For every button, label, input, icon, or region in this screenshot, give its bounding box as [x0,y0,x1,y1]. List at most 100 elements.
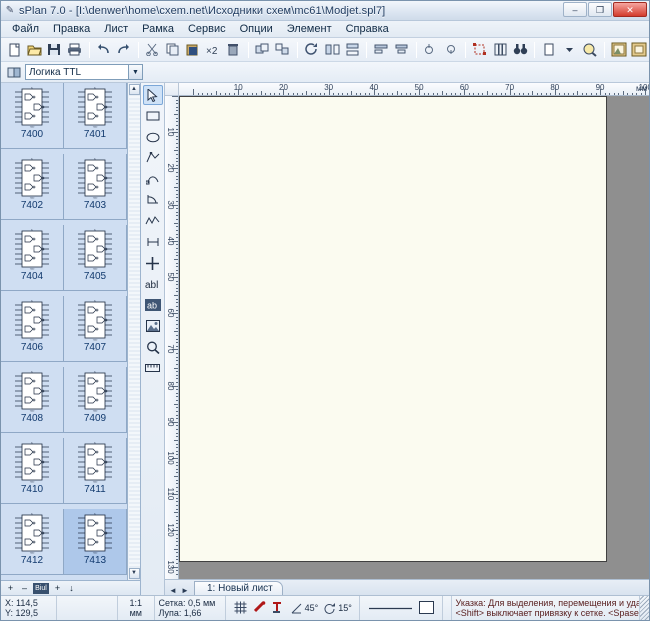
library-item-7403[interactable]: IC 7400 7403 [64,154,127,220]
snap-magnet-icon[interactable] [253,600,266,616]
pointer-tool[interactable] [142,85,163,105]
textbox-tool[interactable]: ab [143,295,163,315]
bezier-tool[interactable] [143,169,163,189]
minimize-button[interactable]: – [563,2,587,17]
library-item-7412[interactable]: IC 7400 7412 [1,509,64,575]
menu-item-element[interactable]: Элемент [280,22,339,36]
library-item-label: 7400 [20,129,44,140]
delete-trash-icon[interactable] [223,40,243,60]
open-folder-icon[interactable] [24,40,44,60]
menu-item-file[interactable]: Файл [5,22,46,36]
mirror-vertical-icon[interactable] [342,40,362,60]
text-tool[interactable]: abl [143,274,163,294]
library-select[interactable]: Логика TTL ▼ [25,64,143,80]
menu-item-frame[interactable]: Рамка [135,22,181,36]
library-remove-button[interactable]: – [19,583,30,594]
library-add-button[interactable]: + [5,583,16,594]
library-item-7410[interactable]: IC 7400 7410 [1,438,64,504]
grid-icon[interactable] [234,601,247,616]
angle-step-line[interactable]: 45° [291,603,318,614]
binoculars-search-icon[interactable] [510,40,530,60]
library-book-icon[interactable] [4,62,25,82]
anchor-icon[interactable] [272,601,285,616]
magnifier-tool[interactable] [143,337,163,357]
crop-icon[interactable] [470,40,490,60]
zoom-icon[interactable] [580,40,600,60]
tab-prev-icon[interactable]: ◄ [167,586,179,595]
measure-ruler-tool[interactable] [143,358,163,378]
library-item-7407[interactable]: IC 7400 7407 [64,296,127,362]
horizontal-ruler[interactable]: мм 102030405060708090100110120 [179,83,649,96]
vertical-ruler[interactable]: 10 20 30 40 50 60 70 80 90 100 110 120 130 [165,96,179,579]
menu-item-service[interactable]: Сервис [181,22,233,36]
polyline-tool[interactable] [143,211,163,231]
menu-item-edit[interactable]: Правка [46,22,97,36]
ellipse-tool[interactable] [143,127,163,147]
line-style-indicator[interactable] [360,596,443,620]
menu-item-options[interactable]: Опции [233,22,280,36]
scale-indicator[interactable]: 1:1 мм [118,596,155,620]
group-icon[interactable] [253,40,273,60]
ungroup-icon[interactable] [273,40,293,60]
maximize-button[interactable]: ❐ [588,2,612,17]
align-left-icon[interactable] [371,40,391,60]
undo-icon[interactable] [94,40,114,60]
print-icon[interactable] [64,40,84,60]
save-disk-icon[interactable] [44,40,64,60]
align-center-icon[interactable] [391,40,411,60]
rotate-icon[interactable] [302,40,322,60]
rectangle-tool[interactable] [143,106,163,126]
polygon-tool[interactable] [143,148,163,168]
library-item-7406[interactable]: IC 7400 7406 [1,296,64,362]
library-down-button[interactable]: ↓ [66,583,77,594]
sheet-viewport[interactable] [179,96,649,579]
preview-icon[interactable] [609,40,629,60]
library-item-7401[interactable]: IC 7400 7401 [64,83,127,149]
chevron-down-icon[interactable] [559,40,579,60]
schematic-drawing[interactable] [180,97,606,561]
scroll-up-icon[interactable]: ▲ [128,84,140,95]
library-item-7413[interactable]: IC 7400 7413 [64,509,127,575]
front-icon[interactable] [421,40,441,60]
ruler-label: 40 [166,236,175,246]
duplicate-x2-icon[interactable]: ×2 [203,40,223,60]
library-scrollbar[interactable]: ▲ ▼ [127,83,140,580]
close-button[interactable]: ✕ [613,2,647,17]
page-icon[interactable] [539,40,559,60]
dimension-tool[interactable] [143,232,163,252]
mirror-horizontal-icon[interactable] [322,40,342,60]
menu-item-help[interactable]: Справка [339,22,396,36]
cut-scissors-icon[interactable] [143,40,163,60]
menu-item-sheet[interactable]: Лист [97,22,135,36]
library-up-button[interactable]: + [52,583,63,594]
library-item-7404[interactable]: IC 7400 7404 [1,225,64,291]
paste-icon[interactable] [183,40,203,60]
library-item-7402[interactable]: IC 7400 7402 [1,154,64,220]
angle-step-rotate[interactable]: 15° [324,602,352,614]
library-edit-button[interactable]: Biul [33,582,49,594]
ruler-tick [174,476,178,478]
redo-icon[interactable] [114,40,134,60]
crosshair-tool[interactable] [143,253,163,273]
scroll-down-icon[interactable]: ▼ [128,568,140,579]
back-icon[interactable] [441,40,461,60]
copy-icon[interactable] [163,40,183,60]
fullpage-icon[interactable] [629,40,649,60]
tab-next-icon[interactable]: ► [179,586,191,595]
library-item-7405[interactable]: IC 7400 7405 [64,225,127,291]
grid-zoom-indicator[interactable]: Сетка: 0,5 мм Лупа: 1,66 [155,596,227,620]
library-item-7400[interactable]: IC 7400 7400 [1,83,64,149]
arc-tool[interactable] [143,190,163,210]
library-item-7411[interactable]: IC 7400 7411 [64,438,127,504]
library-item-7408[interactable]: IC 7400 7408 [1,367,64,433]
new-file-icon[interactable] [4,40,24,60]
window-resize-grip[interactable] [640,596,649,620]
scroll-track[interactable] [128,95,140,568]
library-item-7409[interactable]: IC 7400 7409 [64,367,127,433]
columns-icon[interactable] [490,40,510,60]
schematic-sheet[interactable] [179,96,607,562]
image-tool[interactable] [143,316,163,336]
fill-style-swatch[interactable] [418,600,434,616]
sheet-tab-1[interactable]: 1: Новый лист [194,581,283,595]
chevron-down-icon[interactable]: ▼ [128,65,142,79]
